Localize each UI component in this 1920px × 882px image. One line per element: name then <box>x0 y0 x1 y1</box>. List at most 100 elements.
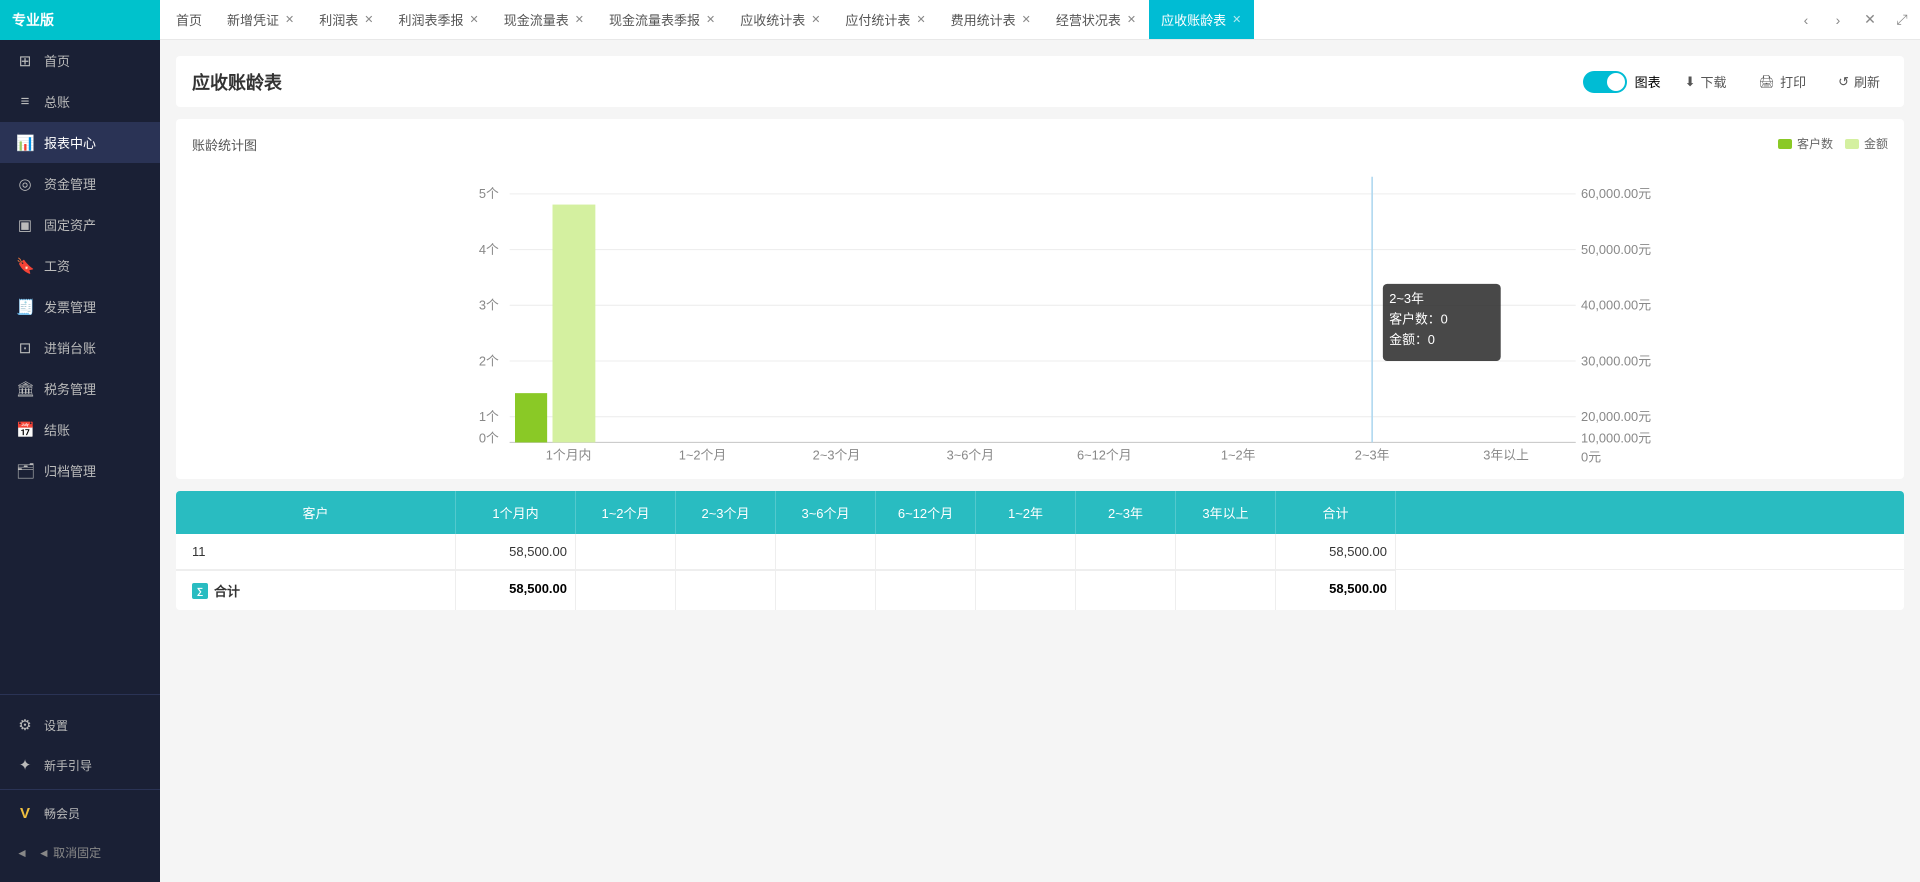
tab-operations-close[interactable]: ✕ <box>1127 13 1136 26</box>
svg-text:2个: 2个 <box>479 353 499 368</box>
sidebar-item-close-accounts-label: 结账 <box>44 420 70 439</box>
svg-text:0元: 0元 <box>1581 450 1601 465</box>
sidebar-item-funds-label: 资金管理 <box>44 174 96 193</box>
sidebar-item-inventory[interactable]: ⊡ 进销台账 <box>0 327 160 368</box>
unpin-sidebar-button[interactable]: ◄ ◄ 取消固定 <box>0 833 160 872</box>
sidebar-item-member-label: 畅会员 <box>44 805 80 822</box>
tab-expand[interactable]: ⤢ <box>1888 6 1916 34</box>
unpin-label: ◄ 取消固定 <box>38 844 101 861</box>
svg-text:3~6个月: 3~6个月 <box>947 448 994 463</box>
tab-aging[interactable]: 应收账龄表 ✕ <box>1149 0 1254 39</box>
td-summary-total: 58,500.00 <box>1276 570 1396 610</box>
tab-receivable-stat[interactable]: 应收统计表 ✕ <box>728 0 833 39</box>
td-summary-m6-12 <box>876 570 976 610</box>
refresh-icon: ↺ <box>1838 74 1849 90</box>
sidebar-item-invoice[interactable]: 🧾 发票管理 <box>0 286 160 327</box>
sidebar-item-settings-label: 设置 <box>44 717 68 734</box>
tab-profit-quarterly-close[interactable]: ✕ <box>470 13 479 26</box>
tab-bar: 首页 新增凭证 ✕ 利润表 ✕ 利润表季报 ✕ 现金流量表 ✕ 现金流量表季报 … <box>160 0 1920 40</box>
tab-home[interactable]: 首页 <box>164 0 215 39</box>
sidebar-item-settings[interactable]: ⚙ 设置 <box>0 705 160 745</box>
invoice-icon: 🧾 <box>16 298 34 316</box>
bar-amount-1 <box>553 205 596 443</box>
legend-customers-dot <box>1778 139 1792 149</box>
tab-operations[interactable]: 经营状况表 ✕ <box>1044 0 1149 39</box>
member-icon: V <box>16 805 34 822</box>
svg-text:3年以上: 3年以上 <box>1483 448 1529 463</box>
tab-expense-close[interactable]: ✕ <box>1022 13 1031 26</box>
sidebar: 专业版 ⊞ 首页 ≡ 总账 📊 报表中心 ◎ 资金管理 ▣ 固定资产 🔖 工资 … <box>0 0 160 882</box>
chart-tooltip-period: 2~3年 <box>1389 291 1424 306</box>
sidebar-item-reports-label: 报表中心 <box>44 133 96 152</box>
ledger-icon: ≡ <box>16 93 34 110</box>
refresh-button[interactable]: ↺ 刷新 <box>1830 68 1888 95</box>
td-summary-m1-2 <box>576 570 676 610</box>
svg-text:1个月内: 1个月内 <box>546 448 592 463</box>
sidebar-item-salary-label: 工资 <box>44 256 70 275</box>
funds-icon: ◎ <box>16 175 34 193</box>
chart-area: 账龄统计图 客户数 金额 5个 4个 3个 2个 1个 0个 <box>176 119 1904 479</box>
tab-profit[interactable]: 利润表 ✕ <box>307 0 386 39</box>
tab-cashflow[interactable]: 现金流量表 ✕ <box>492 0 597 39</box>
tab-payable-stat[interactable]: 应付统计表 ✕ <box>833 0 938 39</box>
print-button[interactable]: 🖨 打印 <box>1751 68 1815 95</box>
tab-receivable-stat-close[interactable]: ✕ <box>811 13 820 26</box>
tab-expense[interactable]: 费用统计表 ✕ <box>939 0 1044 39</box>
tab-scroll-left[interactable]: ‹ <box>1792 6 1820 34</box>
tax-icon: 🏛 <box>16 380 34 398</box>
td-m1-2-0 <box>576 534 676 569</box>
sidebar-item-assets[interactable]: ▣ 固定资产 <box>0 204 160 245</box>
sidebar-item-home[interactable]: ⊞ 首页 <box>0 40 160 81</box>
unpin-icon: ◄ <box>16 846 28 860</box>
tab-cashflow-close[interactable]: ✕ <box>575 13 584 26</box>
tab-profit-close[interactable]: ✕ <box>364 13 373 26</box>
tab-scroll-right[interactable]: › <box>1824 6 1852 34</box>
svg-text:10,000.00元: 10,000.00元 <box>1581 430 1651 445</box>
table-header: 客户 1个月内 1~2个月 2~3个月 3~6个月 6~12个月 1~2年 2~… <box>176 491 1904 534</box>
settings-icon: ⚙ <box>16 716 34 734</box>
svg-text:1~2年: 1~2年 <box>1221 448 1256 463</box>
td-total-0: 58,500.00 <box>1276 534 1396 569</box>
page-content-area: 应收账龄表 图表 ⬇ 下载 🖨 打印 ↺ 刷新 <box>160 40 1920 882</box>
sidebar-item-ledger-label: 总账 <box>44 92 70 111</box>
sidebar-item-reports[interactable]: 📊 报表中心 <box>0 122 160 163</box>
tab-voucher[interactable]: 新增凭证 ✕ <box>215 0 307 39</box>
tab-aging-label: 应收账龄表 <box>1161 10 1226 29</box>
close-accounts-icon: 📅 <box>16 421 34 439</box>
home-icon: ⊞ <box>16 52 34 70</box>
th-y2-3: 2~3年 <box>1076 491 1176 534</box>
sidebar-item-tax[interactable]: 🏛 税务管理 <box>0 368 160 409</box>
svg-text:60,000.00元: 60,000.00元 <box>1581 186 1651 201</box>
th-customer: 客户 <box>176 491 456 534</box>
td-y2-3-0 <box>1076 534 1176 569</box>
svg-text:50,000.00元: 50,000.00元 <box>1581 242 1651 257</box>
sidebar-item-funds[interactable]: ◎ 资金管理 <box>0 163 160 204</box>
salary-icon: 🔖 <box>16 257 34 275</box>
tab-payable-stat-close[interactable]: ✕ <box>916 13 925 26</box>
tab-aging-close[interactable]: ✕ <box>1232 13 1241 26</box>
td-summary-label: ∑ 合计 <box>176 570 456 610</box>
download-button[interactable]: ⬇ 下载 <box>1677 68 1735 95</box>
tab-close-all[interactable]: ✕ <box>1856 6 1884 34</box>
th-m2-3: 2~3个月 <box>676 491 776 534</box>
sidebar-item-member[interactable]: V 畅会员 <box>0 794 160 833</box>
chart-tooltip-customers: 客户数：0 <box>1389 312 1448 327</box>
svg-text:3个: 3个 <box>479 298 499 313</box>
tab-voucher-close[interactable]: ✕ <box>285 13 294 26</box>
tab-profit-quarterly[interactable]: 利润表季报 ✕ <box>386 0 491 39</box>
summary-icon: ∑ <box>192 583 208 599</box>
tab-cashflow-quarterly[interactable]: 现金流量表季报 ✕ <box>597 0 728 39</box>
sidebar-item-close-accounts[interactable]: 📅 结账 <box>0 409 160 450</box>
chart-toggle[interactable] <box>1583 71 1627 93</box>
svg-text:20,000.00元: 20,000.00元 <box>1581 409 1651 424</box>
archive-icon: 🗂 <box>16 462 34 480</box>
sidebar-item-ledger[interactable]: ≡ 总账 <box>0 81 160 122</box>
sidebar-item-archive[interactable]: 🗂 归档管理 <box>0 450 160 491</box>
tab-cashflow-quarterly-close[interactable]: ✕ <box>706 13 715 26</box>
sidebar-item-guide[interactable]: ✦ 新手引导 <box>0 745 160 785</box>
chart-toggle-container: 图表 <box>1583 71 1661 93</box>
sidebar-item-salary[interactable]: 🔖 工资 <box>0 245 160 286</box>
chart-tooltip-amount: 金额：0 <box>1389 332 1435 347</box>
th-m1: 1个月内 <box>456 491 576 534</box>
sidebar-item-guide-label: 新手引导 <box>44 757 92 774</box>
